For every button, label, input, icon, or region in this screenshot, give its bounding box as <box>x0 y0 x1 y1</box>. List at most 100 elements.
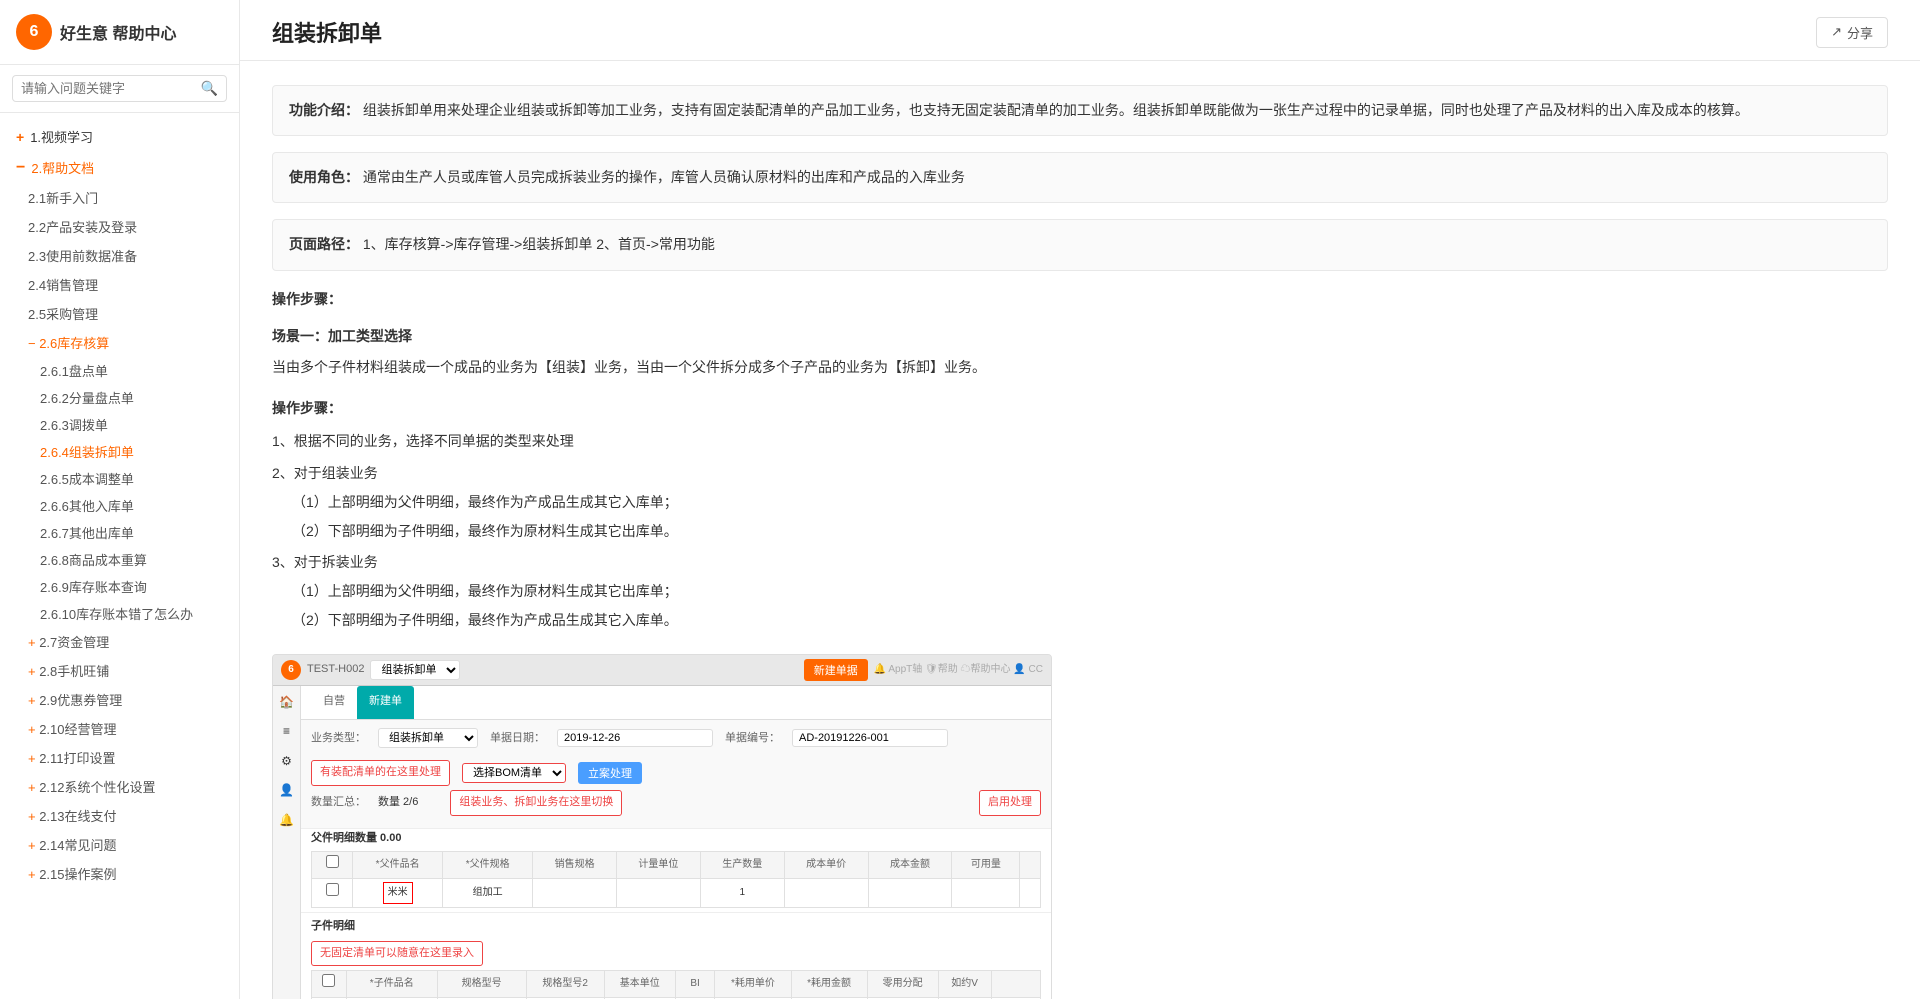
sidebar-item-2-13[interactable]: + 2.13在线支付 <box>0 801 239 830</box>
expand-icon-2: − <box>16 159 25 177</box>
mock-lth-cost-unit: *耗用单价 <box>715 971 791 998</box>
mock-lower-select-all[interactable] <box>322 974 335 987</box>
role-label: 使用角色： <box>289 169 359 185</box>
mock-warehouse-select[interactable]: 组装拆卸单 <box>370 660 460 680</box>
share-icon: ↗ <box>1831 24 1842 40</box>
mock-lth-actions <box>991 971 1040 998</box>
sidebar-item-label-1: 1.视频学习 <box>30 127 93 146</box>
sidebar-item-2-5[interactable]: 2.5采购管理 <box>0 299 239 328</box>
mock-form-area: 业务类型： 组装拆卸单 单据日期： 单据编号： 有装配清单的在这里处理 <box>301 720 1051 829</box>
sidebar-item-2-4[interactable]: 2.4销售管理 <box>0 270 239 299</box>
sidebar-item-2-6-6[interactable]: 2.6.6其他入库单 <box>0 492 239 519</box>
function-intro-label: 功能介绍： <box>289 102 359 118</box>
annotation-free-entry: 无固定清单可以随意在这里录入 <box>311 941 483 967</box>
mock-upper-cell-name: 米米 <box>353 878 443 907</box>
mock-assembly-select[interactable]: 选择BOM清单 <box>462 763 566 783</box>
annotation-enable: 启用处理 <box>979 790 1041 816</box>
mock-lth-alloc: 零用分配 <box>867 971 938 998</box>
search-area: 🔍 <box>0 65 239 113</box>
sidebar-item-2-10[interactable]: + 2.10经营管理 <box>0 714 239 743</box>
mock-lth-extra: 如约V <box>938 971 991 998</box>
mock-icon-home: 🏠 <box>279 692 294 714</box>
sidebar-item-2-7[interactable]: + 2.7资金管理 <box>0 627 239 656</box>
sidebar-item-2-6-7[interactable]: 2.6.7其他出库单 <box>0 519 239 546</box>
mock-select-all[interactable] <box>326 855 339 868</box>
sidebar-item-2-15[interactable]: + 2.15操作案例 <box>0 859 239 888</box>
sidebar-item-2-2[interactable]: 2.2产品安装及登录 <box>0 212 239 241</box>
mock-upper-cell-costprice <box>784 878 868 907</box>
scene1-desc: 当由多个子件材料组装成一个成品的业务为【组装】业务，当由一个父件拆分成多个子产品… <box>272 355 1888 380</box>
sidebar-item-2-6[interactable]: − 2.6库存核算 <box>0 328 239 357</box>
share-label: 分享 <box>1847 23 1873 42</box>
mock-upper-cell-unit <box>617 878 701 907</box>
search-input[interactable] <box>21 81 201 96</box>
path-text: 1、库存核算->库存管理->组装拆卸单 2、首页->常用功能 <box>363 236 715 252</box>
mock-lower-table-area: 子件明细 无固定清单可以随意在这里录入 *子件品名 规格型号 规格型号2 <box>301 913 1051 999</box>
sidebar-item-2-14[interactable]: + 2.14常见问题 <box>0 830 239 859</box>
mock-icon-list: ≡ <box>283 721 290 743</box>
step-2: 2、对于组装业务 <box>272 461 1888 486</box>
mock-tab-new[interactable]: 新建单 <box>357 686 414 720</box>
search-icon[interactable]: 🔍 <box>201 80 218 97</box>
sidebar-item-2-6-8[interactable]: 2.6.8商品成本重算 <box>0 546 239 573</box>
sidebar-item-2-11[interactable]: + 2.11打印设置 <box>0 743 239 772</box>
brand-name: 好生意 帮助中心 <box>60 20 176 44</box>
mock-date-input[interactable] <box>557 729 713 747</box>
annotation-switch: 组装业务、拆卸业务在这里切换 <box>450 790 622 816</box>
mock-confirm-btn[interactable]: 立案处理 <box>578 762 642 784</box>
sidebar-item-2-6-3[interactable]: 2.6.3调拨单 <box>0 411 239 438</box>
mock-orderno-label: 单据编号： <box>725 729 780 749</box>
sidebar-item-2-6-2[interactable]: 2.6.2分量盘点单 <box>0 384 239 411</box>
mock-lth-spec1: 规格型号 <box>437 971 526 998</box>
mock-upper-cell-avail <box>952 878 1020 907</box>
sidebar-item-2-6-10[interactable]: 2.6.10库存账本错了怎么办 <box>0 600 239 627</box>
mock-lth-checkbox <box>312 971 347 998</box>
mock-date-label: 单据日期： <box>490 729 545 749</box>
mock-tab-self[interactable]: 自营 <box>311 686 357 720</box>
mock-th-checkbox <box>312 851 353 878</box>
mock-icons-area: 🔔 AppT轴 🛡帮助 ☁帮助中心 👤 CC <box>874 661 1043 679</box>
mock-upper-cell-prodqty: 1 <box>700 878 784 907</box>
mock-type-select[interactable]: 组装拆卸单 <box>378 728 478 748</box>
search-box[interactable]: 🔍 <box>12 75 227 102</box>
sidebar-item-2-6-1[interactable]: 2.6.1盘点单 <box>0 357 239 384</box>
sidebar-item-2-1[interactable]: 2.1新手入门 <box>0 183 239 212</box>
mock-upper-table: *父件品名 *父件规格 销售规格 计量单位 生产数量 成本单价 成本金额 可用量 <box>311 851 1041 908</box>
scene1-title: 场景一：加工类型选择 <box>272 324 1888 349</box>
mock-icon-bell: 🔔 <box>279 810 294 832</box>
main-content: 组装拆卸单 ↗ 分享 功能介绍： 组装拆卸单用来处理企业组装或拆卸等加工业务，支… <box>240 0 1920 999</box>
mock-nav: 自营 新建单 <box>301 686 1051 721</box>
mock-th-avail: 可用量 <box>952 851 1020 878</box>
app-logo: 6 <box>16 14 52 50</box>
mock-th-parent-name: *父件品名 <box>353 851 443 878</box>
sidebar-item-2-6-5[interactable]: 2.6.5成本调整单 <box>0 465 239 492</box>
mock-lower-table: *子件品名 规格型号 规格型号2 基本单位 BI *耗用单价 *耗用金额 零用分… <box>311 970 1041 999</box>
article-body: 功能介绍： 组装拆卸单用来处理企业组装或拆卸等加工业务，支持有固定装配清单的产品… <box>240 61 1920 999</box>
mock-lth-spec2: 规格型号2 <box>526 971 604 998</box>
sidebar-item-1[interactable]: + 1.视频学习 <box>0 121 239 152</box>
mock-orderno-input[interactable] <box>792 729 948 747</box>
sidebar-item-2-3[interactable]: 2.3使用前数据准备 <box>0 241 239 270</box>
path-block: 页面路径： 1、库存核算->库存管理->组装拆卸单 2、首页->常用功能 <box>272 219 1888 270</box>
mock-qty-val: 数量 2/6 <box>378 793 418 813</box>
mock-lower-table-title: 子件明细 <box>311 917 355 937</box>
mock-form-row-2: 数量汇总： 数量 2/6 组装业务、拆卸业务在这里切换 启用处理 <box>311 790 1041 816</box>
mock-upper-cell-spec: 组加工 <box>443 878 533 907</box>
sidebar-item-2-12[interactable]: + 2.12系统个性化设置 <box>0 772 239 801</box>
share-button[interactable]: ↗ 分享 <box>1816 17 1888 48</box>
mock-th-cost-price: 成本单价 <box>784 851 868 878</box>
mock-th-cost-amt: 成本金额 <box>868 851 952 878</box>
mock-icon-settings: ⚙ <box>281 751 292 773</box>
sidebar-item-2-9[interactable]: + 2.9优惠券管理 <box>0 685 239 714</box>
sidebar-item-2[interactable]: − 2.帮助文档 <box>0 152 239 183</box>
role-text: 通常由生产人员或库管人员完成拆装业务的操作，库管人员确认原材料的出库和产成品的入… <box>363 169 965 185</box>
mock-upper-cell-costamt <box>868 878 952 907</box>
role-block: 使用角色： 通常由生产人员或库管人员完成拆装业务的操作，库管人员确认原材料的出库… <box>272 152 1888 203</box>
sidebar-item-2-6-9[interactable]: 2.6.9库存账本查询 <box>0 573 239 600</box>
function-intro-text: 组装拆卸单用来处理企业组装或拆卸等加工业务，支持有固定装配清单的产品加工业务，也… <box>363 102 1749 118</box>
mock-th-parent-spec: *父件规格 <box>443 851 533 878</box>
mock-new-order-btn[interactable]: 新建单据 <box>804 659 868 681</box>
sidebar-item-2-6-4[interactable]: 2.6.4组装拆卸单 <box>0 438 239 465</box>
sidebar-item-2-8[interactable]: + 2.8手机旺铺 <box>0 656 239 685</box>
ops-steps-title: 操作步骤： <box>272 396 1888 421</box>
